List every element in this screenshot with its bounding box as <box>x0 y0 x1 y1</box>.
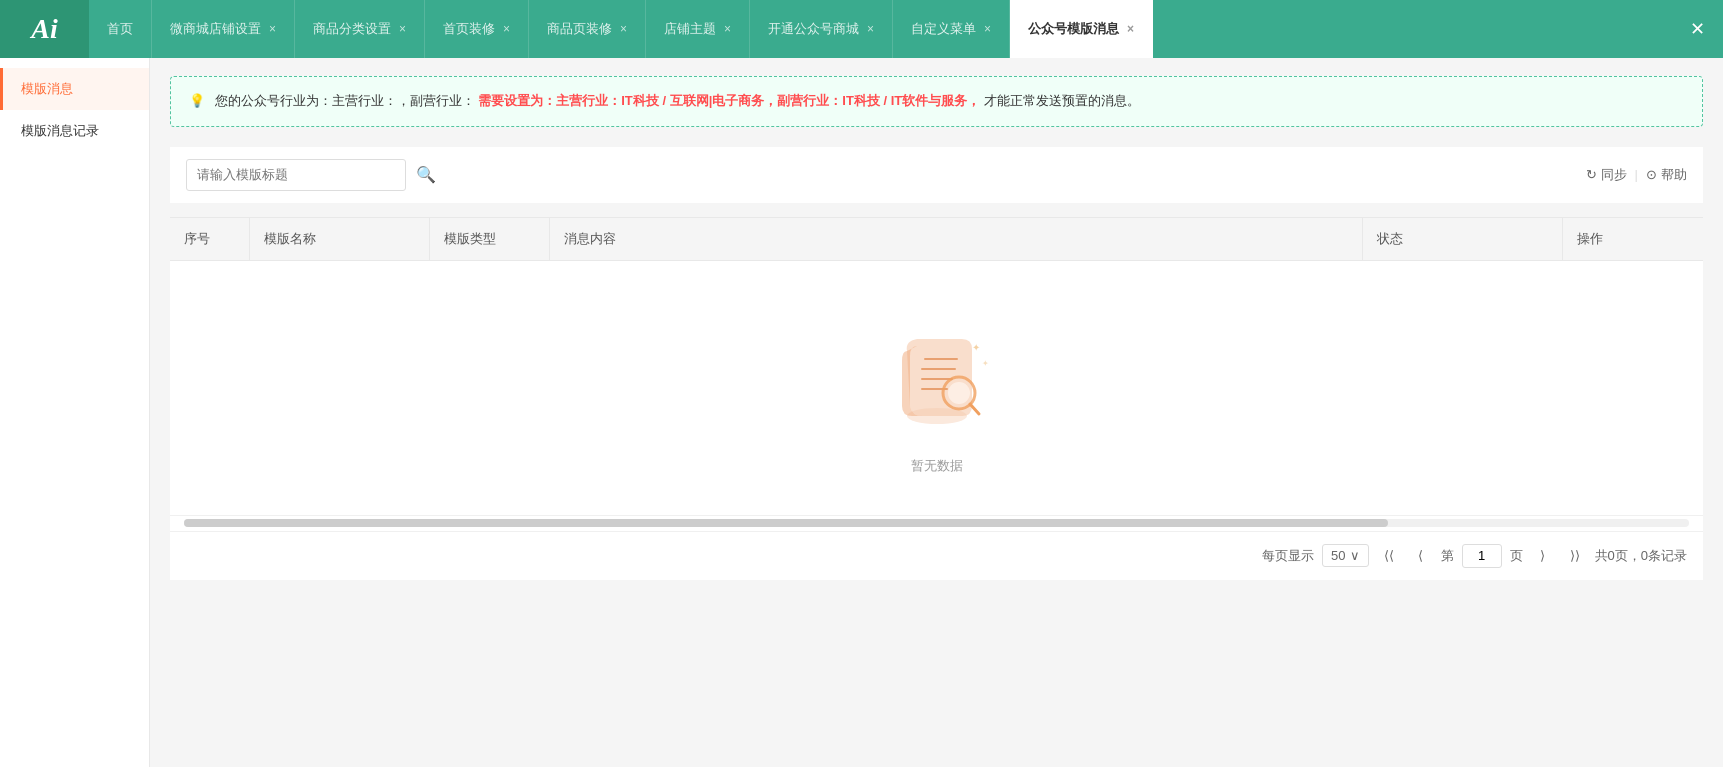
logo: Ai <box>0 0 89 58</box>
page-size-select[interactable]: 50 ∨ <box>1322 544 1368 567</box>
notice-highlight: 需要设置为：主营行业：IT科技 / 互联网|电子商务，副营行业：IT科技 / I… <box>478 93 980 108</box>
tab-close-custom-menu[interactable]: × <box>984 22 991 36</box>
empty-text: 暂无数据 <box>911 457 963 475</box>
page-label: 第 <box>1441 547 1454 565</box>
scrollbar-track[interactable] <box>184 519 1689 527</box>
help-button[interactable]: ⊙ 帮助 <box>1646 166 1687 184</box>
col-header-content: 消息内容 <box>550 218 1363 260</box>
col-header-index: 序号 <box>170 218 250 260</box>
sync-icon: ↻ <box>1586 167 1597 182</box>
tab-close-home-decor[interactable]: × <box>503 22 510 36</box>
tab-close-product-decor[interactable]: × <box>620 22 627 36</box>
next-page-button[interactable]: ⟩ <box>1531 544 1555 568</box>
notice-icon: 💡 <box>189 93 205 108</box>
page-number-input[interactable] <box>1462 544 1502 568</box>
content-area: 💡 您的公众号行业为：主营行业：，副营行业： 需要设置为：主营行业：IT科技 /… <box>150 58 1723 767</box>
table-header: 序号 模版名称 模版类型 消息内容 状态 操作 <box>170 217 1703 261</box>
sidebar-item-template-msg-record[interactable]: 模版消息记录 <box>0 110 149 152</box>
tab-open-mall[interactable]: 开通公众号商城 × <box>750 0 893 58</box>
search-left: 🔍 <box>186 159 436 191</box>
tab-close-store-theme[interactable]: × <box>724 22 731 36</box>
divider: | <box>1635 167 1638 182</box>
tab-home[interactable]: 首页 <box>89 0 152 58</box>
tab-close-store-settings[interactable]: × <box>269 22 276 36</box>
empty-state: ✦ ✦ 暂无数据 <box>170 261 1703 515</box>
tab-category-settings[interactable]: 商品分类设置 × <box>295 0 425 58</box>
tab-product-decor[interactable]: 商品页装修 × <box>529 0 646 58</box>
page-suffix: 页 <box>1510 547 1523 565</box>
tab-home-decor[interactable]: 首页装修 × <box>425 0 529 58</box>
first-page-button[interactable]: ⟨⟨ <box>1377 544 1401 568</box>
page-size-label: 每页显示 <box>1262 547 1314 565</box>
tab-custom-menu[interactable]: 自定义菜单 × <box>893 0 1010 58</box>
tab-bar: Ai 首页 微商城店铺设置 × 商品分类设置 × 首页装修 × 商品页装修 × … <box>0 0 1723 58</box>
scrollbar-area[interactable] <box>170 515 1703 531</box>
table-container: 序号 模版名称 模版类型 消息内容 状态 操作 <box>170 217 1703 580</box>
chevron-down-icon: ∨ <box>1350 548 1360 563</box>
scrollbar-thumb[interactable] <box>184 519 1388 527</box>
search-button[interactable]: 🔍 <box>416 165 436 184</box>
svg-point-6 <box>948 382 970 404</box>
last-page-button[interactable]: ⟩⟩ <box>1563 544 1587 568</box>
tab-close-template-msg[interactable]: × <box>1127 22 1134 36</box>
tab-template-msg[interactable]: 公众号模版消息 × <box>1010 0 1153 58</box>
col-header-action: 操作 <box>1563 218 1703 260</box>
main-layout: 模版消息 模版消息记录 💡 您的公众号行业为：主营行业：，副营行业： 需要设置为… <box>0 58 1723 767</box>
pagination: 每页显示 50 ∨ ⟨⟨ ⟨ 第 页 ⟩ ⟩⟩ 共0页，0条记录 <box>170 531 1703 580</box>
search-bar: 🔍 ↻ 同步 | ⊙ 帮助 <box>170 147 1703 203</box>
svg-text:✦: ✦ <box>972 342 980 353</box>
tab-store-settings[interactable]: 微商城店铺设置 × <box>152 0 295 58</box>
prev-page-button[interactable]: ⟨ <box>1409 544 1433 568</box>
sidebar-item-template-msg[interactable]: 模版消息 <box>0 68 149 110</box>
notice-banner: 💡 您的公众号行业为：主营行业：，副营行业： 需要设置为：主营行业：IT科技 /… <box>170 76 1703 127</box>
search-right: ↻ 同步 | ⊙ 帮助 <box>1586 166 1687 184</box>
tab-close-open-mall[interactable]: × <box>867 22 874 36</box>
col-header-type: 模版类型 <box>430 218 550 260</box>
col-header-status: 状态 <box>1363 218 1563 260</box>
sidebar: 模版消息 模版消息记录 <box>0 58 150 767</box>
col-header-name: 模版名称 <box>250 218 430 260</box>
help-icon: ⊙ <box>1646 167 1657 182</box>
search-input[interactable] <box>186 159 406 191</box>
tab-close-category-settings[interactable]: × <box>399 22 406 36</box>
empty-illustration: ✦ ✦ <box>877 321 997 441</box>
tab-store-theme[interactable]: 店铺主题 × <box>646 0 750 58</box>
sync-button[interactable]: ↻ 同步 <box>1586 166 1627 184</box>
window-close-button[interactable]: ✕ <box>1672 18 1723 40</box>
svg-text:✦: ✦ <box>982 359 989 368</box>
page-total: 共0页，0条记录 <box>1595 547 1687 565</box>
